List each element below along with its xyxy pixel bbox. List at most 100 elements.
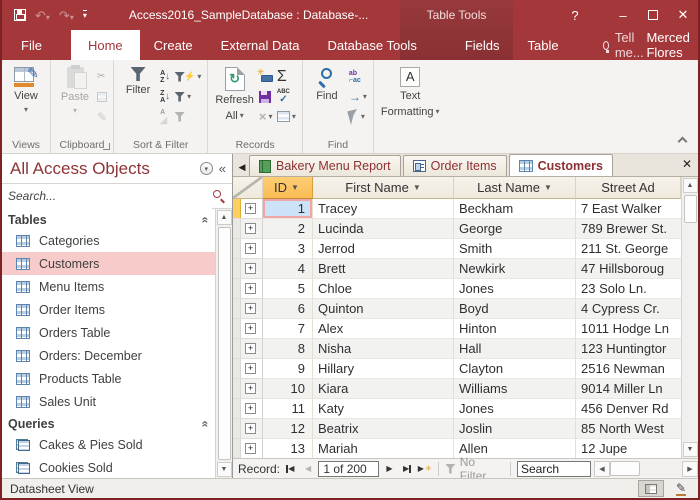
filter-button[interactable]: Filter bbox=[118, 65, 158, 99]
save-record-button[interactable] bbox=[259, 89, 273, 104]
new-record-button[interactable]: ✳ bbox=[259, 69, 273, 84]
expand-row-icon[interactable]: + bbox=[245, 203, 256, 214]
refresh-all-button[interactable]: ↻ Refresh All▾ bbox=[212, 65, 257, 124]
cell-id[interactable]: 4 bbox=[263, 259, 313, 279]
sidebar-item-sales-unit[interactable]: Sales Unit bbox=[2, 390, 215, 413]
column-dropdown-icon[interactable]: ▼ bbox=[413, 183, 421, 192]
sort-descending-button[interactable]: ZA↓ bbox=[160, 89, 170, 104]
cell-street-ad[interactable]: 23 Solo Ln. bbox=[576, 279, 681, 299]
record-selector[interactable]: + bbox=[233, 239, 263, 259]
previous-record-button[interactable]: ◀ bbox=[301, 461, 316, 476]
sidebar-item-orders-table[interactable]: Orders Table bbox=[2, 321, 215, 344]
cell-last-name[interactable]: Joslin bbox=[454, 419, 576, 439]
account-name[interactable]: Merced Flores bbox=[646, 30, 689, 60]
sidebar-item-order-items[interactable]: Order Items bbox=[2, 298, 215, 321]
customize-qat-icon[interactable]: ▾ bbox=[83, 10, 87, 20]
column-header-first-name[interactable]: First Name▼ bbox=[313, 177, 454, 199]
cell-id[interactable]: 12 bbox=[263, 419, 313, 439]
h-scroll-thumb[interactable] bbox=[610, 461, 640, 476]
expand-row-icon[interactable]: + bbox=[245, 263, 256, 274]
sidebar-item-customers[interactable]: Customers bbox=[2, 252, 215, 275]
record-selector[interactable]: + bbox=[233, 319, 263, 339]
tab-external-data[interactable]: External Data bbox=[207, 30, 314, 60]
shutter-close-icon[interactable]: « bbox=[219, 162, 226, 175]
record-selector[interactable]: + bbox=[233, 379, 263, 399]
record-selector[interactable]: + bbox=[233, 219, 263, 239]
record-selector[interactable]: + bbox=[233, 439, 263, 459]
text-formatting-button[interactable]: A Text Formatting▾ bbox=[378, 65, 443, 120]
cell-first-name[interactable]: Nisha bbox=[313, 339, 454, 359]
v-scroll-thumb[interactable] bbox=[684, 195, 697, 223]
nav-section-header-tables[interactable]: Tables« bbox=[2, 209, 215, 229]
cell-last-name[interactable]: Beckham bbox=[454, 199, 576, 219]
record-selector[interactable]: + bbox=[233, 279, 263, 299]
cell-last-name[interactable]: Jones bbox=[454, 279, 576, 299]
cell-id[interactable]: 3 bbox=[263, 239, 313, 259]
paste-button[interactable]: Paste ▾ bbox=[55, 65, 95, 117]
nav-scroll-up-icon[interactable]: ▲ bbox=[217, 210, 232, 225]
cell-first-name[interactable]: Quinton bbox=[313, 299, 454, 319]
view-button[interactable]: ✎ View ▾ bbox=[6, 65, 46, 116]
cell-first-name[interactable]: Jerrod bbox=[313, 239, 454, 259]
cell-first-name[interactable]: Tracey bbox=[313, 199, 454, 219]
cell-street-ad[interactable]: 123 Huntingtor bbox=[576, 339, 681, 359]
expand-row-icon[interactable]: + bbox=[245, 363, 256, 374]
sort-ascending-button[interactable]: AZ↓ bbox=[160, 69, 170, 84]
cell-first-name[interactable]: Lucinda bbox=[313, 219, 454, 239]
cell-id[interactable]: 7 bbox=[263, 319, 313, 339]
maximize-button[interactable] bbox=[638, 0, 668, 30]
cell-id[interactable]: 11 bbox=[263, 399, 313, 419]
nav-scroll-thumb[interactable] bbox=[218, 227, 231, 460]
nav-scrollbar[interactable]: ▲ ▼ bbox=[215, 209, 232, 478]
tell-me-box[interactable]: Tell me... bbox=[603, 30, 647, 60]
record-selector[interactable]: + bbox=[233, 259, 263, 279]
goto-button[interactable]: →▾ bbox=[349, 89, 367, 104]
first-record-button[interactable]: ◀ bbox=[283, 461, 298, 476]
cell-last-name[interactable]: Boyd bbox=[454, 299, 576, 319]
tab-database-tools[interactable]: Database Tools bbox=[313, 30, 430, 60]
close-button[interactable]: ✕ bbox=[668, 0, 698, 30]
close-object-icon[interactable]: ✕ bbox=[682, 157, 692, 171]
column-header-street-ad[interactable]: Street Ad bbox=[576, 177, 681, 199]
sidebar-item-categories[interactable]: Categories bbox=[2, 229, 215, 252]
record-position-box[interactable]: 1 of 200 bbox=[318, 461, 379, 477]
tab-file[interactable]: File bbox=[4, 30, 59, 60]
tab-fields[interactable]: Fields bbox=[451, 30, 514, 60]
select-all-corner-cell[interactable] bbox=[233, 177, 263, 199]
expand-row-icon[interactable]: + bbox=[245, 223, 256, 234]
cell-last-name[interactable]: Hall bbox=[454, 339, 576, 359]
selection-button[interactable]: ⚡▾ bbox=[174, 69, 201, 84]
tab-create[interactable]: Create bbox=[140, 30, 207, 60]
datasheet-view-button[interactable] bbox=[638, 480, 664, 497]
cell-street-ad[interactable]: 2516 Newman bbox=[576, 359, 681, 379]
cut-button[interactable]: ✂ bbox=[97, 69, 107, 84]
cell-first-name[interactable]: Katy bbox=[313, 399, 454, 419]
delete-record-button[interactable]: ×▾ bbox=[259, 109, 273, 124]
copy-button[interactable] bbox=[97, 89, 107, 104]
record-selector[interactable]: + bbox=[233, 299, 263, 319]
cell-first-name[interactable]: Chloe bbox=[313, 279, 454, 299]
cell-street-ad[interactable]: 7 East Walker bbox=[576, 199, 681, 219]
cell-id[interactable]: 10 bbox=[263, 379, 313, 399]
doc-tab-order-items[interactable]: Order Items bbox=[403, 155, 507, 176]
cell-id[interactable]: 1 bbox=[263, 199, 313, 219]
h-scroll-left-icon[interactable]: ◀ bbox=[594, 461, 610, 477]
collapse-ribbon-icon[interactable] bbox=[678, 137, 688, 147]
doc-tab-customers[interactable]: Customers bbox=[509, 154, 613, 176]
cell-street-ad[interactable]: 456 Denver Rd bbox=[576, 399, 681, 419]
cell-last-name[interactable]: Newkirk bbox=[454, 259, 576, 279]
record-search-input[interactable] bbox=[517, 461, 591, 477]
cell-id[interactable]: 2 bbox=[263, 219, 313, 239]
cell-last-name[interactable]: Clayton bbox=[454, 359, 576, 379]
cell-street-ad[interactable]: 1011 Hodge Ln bbox=[576, 319, 681, 339]
tab-table[interactable]: Table bbox=[514, 30, 573, 60]
record-selector[interactable]: + bbox=[233, 339, 263, 359]
v-scroll-down-icon[interactable]: ▼ bbox=[683, 442, 698, 457]
cell-street-ad[interactable]: 211 St. George bbox=[576, 239, 681, 259]
totals-button[interactable]: Σ bbox=[277, 69, 296, 84]
cell-id[interactable]: 8 bbox=[263, 339, 313, 359]
sidebar-item-cookies-sold[interactable]: Cookies Sold bbox=[2, 456, 215, 478]
expand-row-icon[interactable]: + bbox=[245, 303, 256, 314]
record-selector[interactable]: + bbox=[233, 199, 263, 219]
new-blank-record-button[interactable]: ▶✳ bbox=[417, 461, 432, 476]
